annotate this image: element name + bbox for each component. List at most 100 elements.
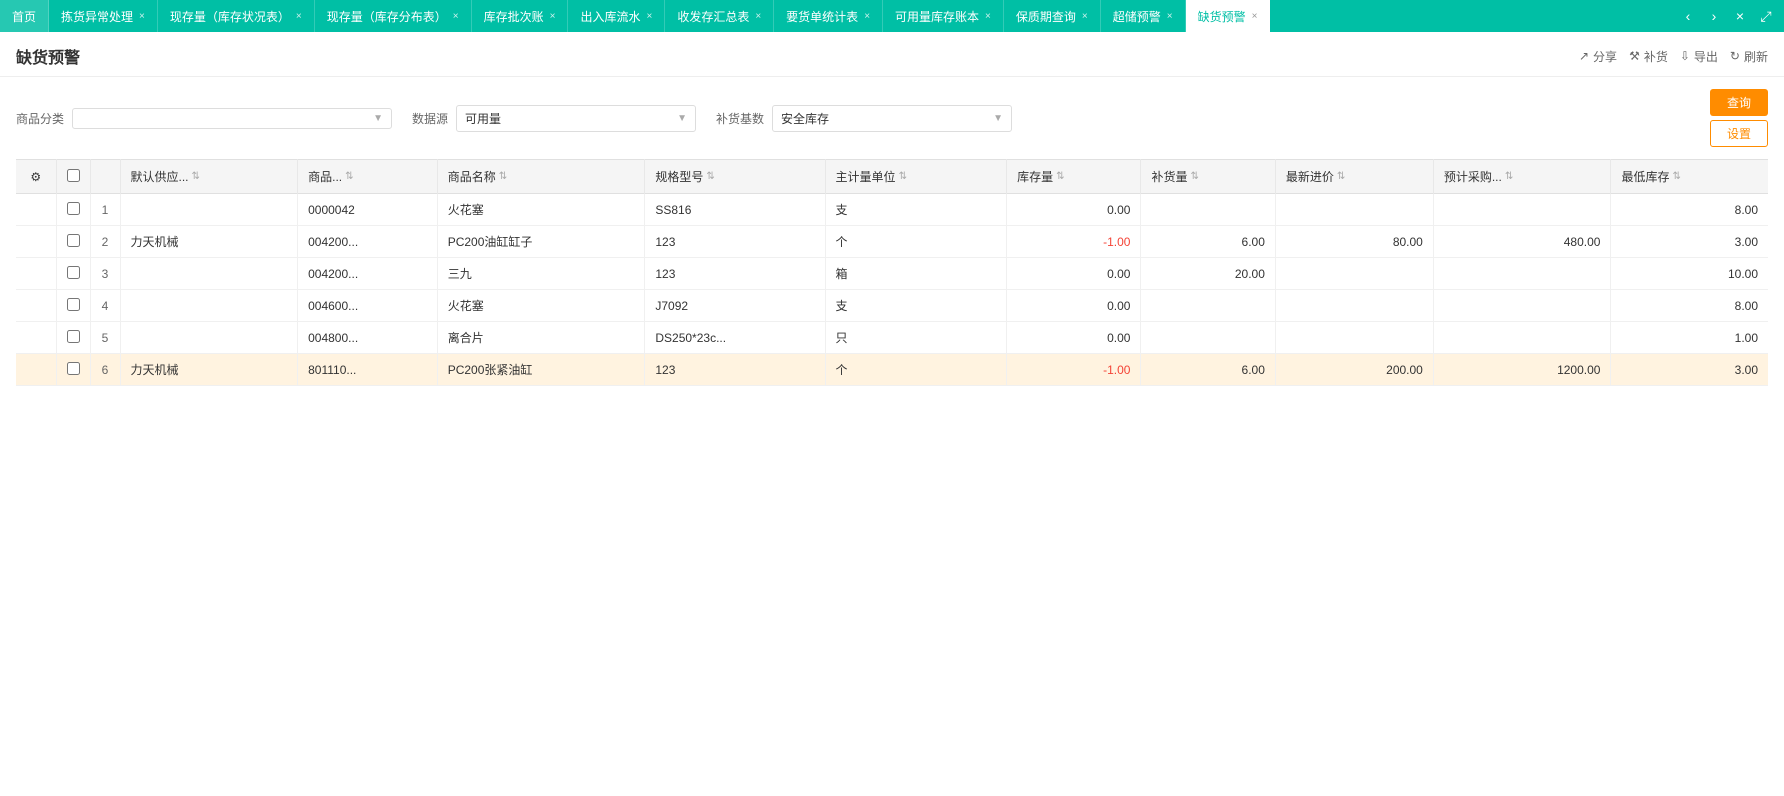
row-est-purchase-cell	[1433, 290, 1611, 322]
replenish-base-chevron-down-icon: ▼	[993, 113, 1003, 124]
col-header-supplier[interactable]: 默认供应... ⇅	[120, 160, 298, 194]
datasource-select[interactable]: 可用量 ▼	[456, 105, 696, 132]
row-checkbox[interactable]	[67, 202, 80, 215]
close-tab-inout-flow[interactable]: ×	[646, 11, 652, 22]
row-checkbox[interactable]	[67, 266, 80, 279]
row-product-code-cell: 004600...	[298, 290, 438, 322]
refresh-icon: ↻	[1730, 49, 1740, 63]
row-spec-cell: J7092	[645, 290, 825, 322]
nav-tab-inout-flow[interactable]: 出入库流水 ×	[568, 0, 665, 32]
nav-tab-home[interactable]: 首页	[0, 0, 49, 32]
nav-tab-batch-account[interactable]: 库存批次账 ×	[472, 0, 569, 32]
col-header-unit[interactable]: 主计量单位 ⇅	[825, 160, 1007, 194]
nav-tab-receipt-summary[interactable]: 收发存汇总表 ×	[665, 0, 774, 32]
row-spec-cell: DS250*23c...	[645, 322, 825, 354]
table-container: ⚙ 默认供应... ⇅ 商品...	[0, 159, 1784, 386]
row-checkbox-cell[interactable]	[56, 258, 90, 290]
row-checkbox[interactable]	[67, 234, 80, 247]
nav-tab-exception[interactable]: 拣货异常处理 ×	[49, 0, 158, 32]
replenish-button[interactable]: ⚒ 补货	[1629, 48, 1668, 65]
nav-tab-expiry-query[interactable]: 保质期查询 ×	[1004, 0, 1101, 32]
row-product-name-cell: 离合片	[437, 322, 645, 354]
share-button[interactable]: ↗ 分享	[1579, 48, 1617, 65]
replenish-base-select-value: 安全库存	[781, 110, 993, 127]
nav-tab-order-stats[interactable]: 要货单统计表 ×	[774, 0, 883, 32]
row-num-cell: 2	[90, 226, 120, 258]
replenish-base-select[interactable]: 安全库存 ▼	[772, 105, 1012, 132]
row-spec-cell: SS816	[645, 194, 825, 226]
close-tab-batch-account[interactable]: ×	[550, 11, 556, 22]
nav-tab-shortage[interactable]: 缺货预警 ×	[1186, 0, 1271, 32]
col-header-product-name[interactable]: 商品名称 ⇅	[437, 160, 645, 194]
row-supplier-cell: 力天机械	[120, 354, 298, 386]
row-checkbox-cell[interactable]	[56, 290, 90, 322]
row-unit-cell: 只	[825, 322, 1007, 354]
row-stock-cell: -1.00	[1007, 354, 1141, 386]
row-min-stock-cell: 10.00	[1611, 258, 1768, 290]
product-name-sort-icon: ⇅	[499, 171, 507, 182]
row-min-stock-cell: 3.00	[1611, 354, 1768, 386]
row-latest-price-cell	[1275, 322, 1433, 354]
row-product-name-cell: 火花塞	[437, 290, 645, 322]
refresh-button[interactable]: ↻ 刷新	[1730, 48, 1768, 65]
category-chevron-down-icon: ▼	[373, 113, 383, 124]
row-product-code-cell: 0000042	[298, 194, 438, 226]
close-tab-shortage[interactable]: ×	[1252, 11, 1258, 22]
table-row: 1 0000042 火花塞 SS816 支 0.00 8.00	[16, 194, 1768, 226]
close-tab-overstock[interactable]: ×	[1167, 11, 1173, 22]
close-tab-inventory-dist[interactable]: ×	[453, 11, 459, 22]
col-header-settings[interactable]: ⚙	[16, 160, 56, 194]
row-replenish-cell: 6.00	[1141, 354, 1275, 386]
row-latest-price-cell	[1275, 290, 1433, 322]
filter-bar: 商品分类 ▼ 数据源 可用量 ▼ 补货基数 安全库存 ▼ 查询 设置	[0, 77, 1784, 159]
nav-next-btn[interactable]: ›	[1702, 4, 1726, 28]
row-checkbox-cell[interactable]	[56, 226, 90, 258]
col-header-est-purchase[interactable]: 预计采购... ⇅	[1433, 160, 1611, 194]
query-button[interactable]: 查询	[1710, 89, 1768, 116]
row-checkbox[interactable]	[67, 330, 80, 343]
row-settings-cell	[16, 258, 56, 290]
replenish-sort-icon: ⇅	[1191, 171, 1199, 182]
page-header: 缺货预警 ↗ 分享 ⚒ 补货 ⇩ 导出 ↻ 刷新	[0, 32, 1784, 77]
col-header-latest-price[interactable]: 最新进价 ⇅	[1275, 160, 1433, 194]
row-checkbox-cell[interactable]	[56, 354, 90, 386]
product-code-sort-icon: ⇅	[345, 171, 353, 182]
row-replenish-cell: 20.00	[1141, 258, 1275, 290]
nav-maximize-btn[interactable]: ⤢	[1754, 4, 1778, 28]
category-select[interactable]: ▼	[72, 108, 392, 129]
col-header-replenish[interactable]: 补货量 ⇅	[1141, 160, 1275, 194]
export-button[interactable]: ⇩ 导出	[1680, 48, 1718, 65]
col-header-stock[interactable]: 库存量 ⇅	[1007, 160, 1141, 194]
close-tab-receipt-summary[interactable]: ×	[755, 11, 761, 22]
nav-close-btn[interactable]: ×	[1728, 4, 1752, 28]
close-tab-available-ledger[interactable]: ×	[985, 11, 991, 22]
row-product-code-cell: 004200...	[298, 226, 438, 258]
table-settings-icon: ⚙	[30, 170, 41, 184]
row-settings-cell	[16, 290, 56, 322]
row-supplier-cell	[120, 322, 298, 354]
nav-tab-inventory-status[interactable]: 现存量（库存状况表） ×	[158, 0, 315, 32]
row-supplier-cell: 力天机械	[120, 226, 298, 258]
select-all-checkbox[interactable]	[67, 169, 80, 182]
close-tab-order-stats[interactable]: ×	[864, 11, 870, 22]
close-tab-exception[interactable]: ×	[139, 11, 145, 22]
row-checkbox-cell[interactable]	[56, 194, 90, 226]
settings-button[interactable]: 设置	[1710, 120, 1768, 147]
row-settings-cell	[16, 322, 56, 354]
row-checkbox[interactable]	[67, 362, 80, 375]
nav-prev-btn[interactable]: ‹	[1676, 4, 1700, 28]
col-header-min-stock[interactable]: 最低库存 ⇅	[1611, 160, 1768, 194]
col-header-spec[interactable]: 规格型号 ⇅	[645, 160, 825, 194]
col-header-product-code[interactable]: 商品... ⇅	[298, 160, 438, 194]
close-tab-inventory-status[interactable]: ×	[296, 11, 302, 22]
row-est-purchase-cell	[1433, 322, 1611, 354]
nav-tab-inventory-dist[interactable]: 现存量（库存分布表） ×	[315, 0, 472, 32]
nav-tab-available-ledger[interactable]: 可用量库存账本 ×	[883, 0, 1004, 32]
col-header-checkbox	[56, 160, 90, 194]
row-latest-price-cell: 80.00	[1275, 226, 1433, 258]
row-checkbox-cell[interactable]	[56, 322, 90, 354]
row-checkbox[interactable]	[67, 298, 80, 311]
close-tab-expiry-query[interactable]: ×	[1082, 11, 1088, 22]
row-supplier-cell	[120, 290, 298, 322]
nav-tab-overstock[interactable]: 超储预警 ×	[1101, 0, 1186, 32]
